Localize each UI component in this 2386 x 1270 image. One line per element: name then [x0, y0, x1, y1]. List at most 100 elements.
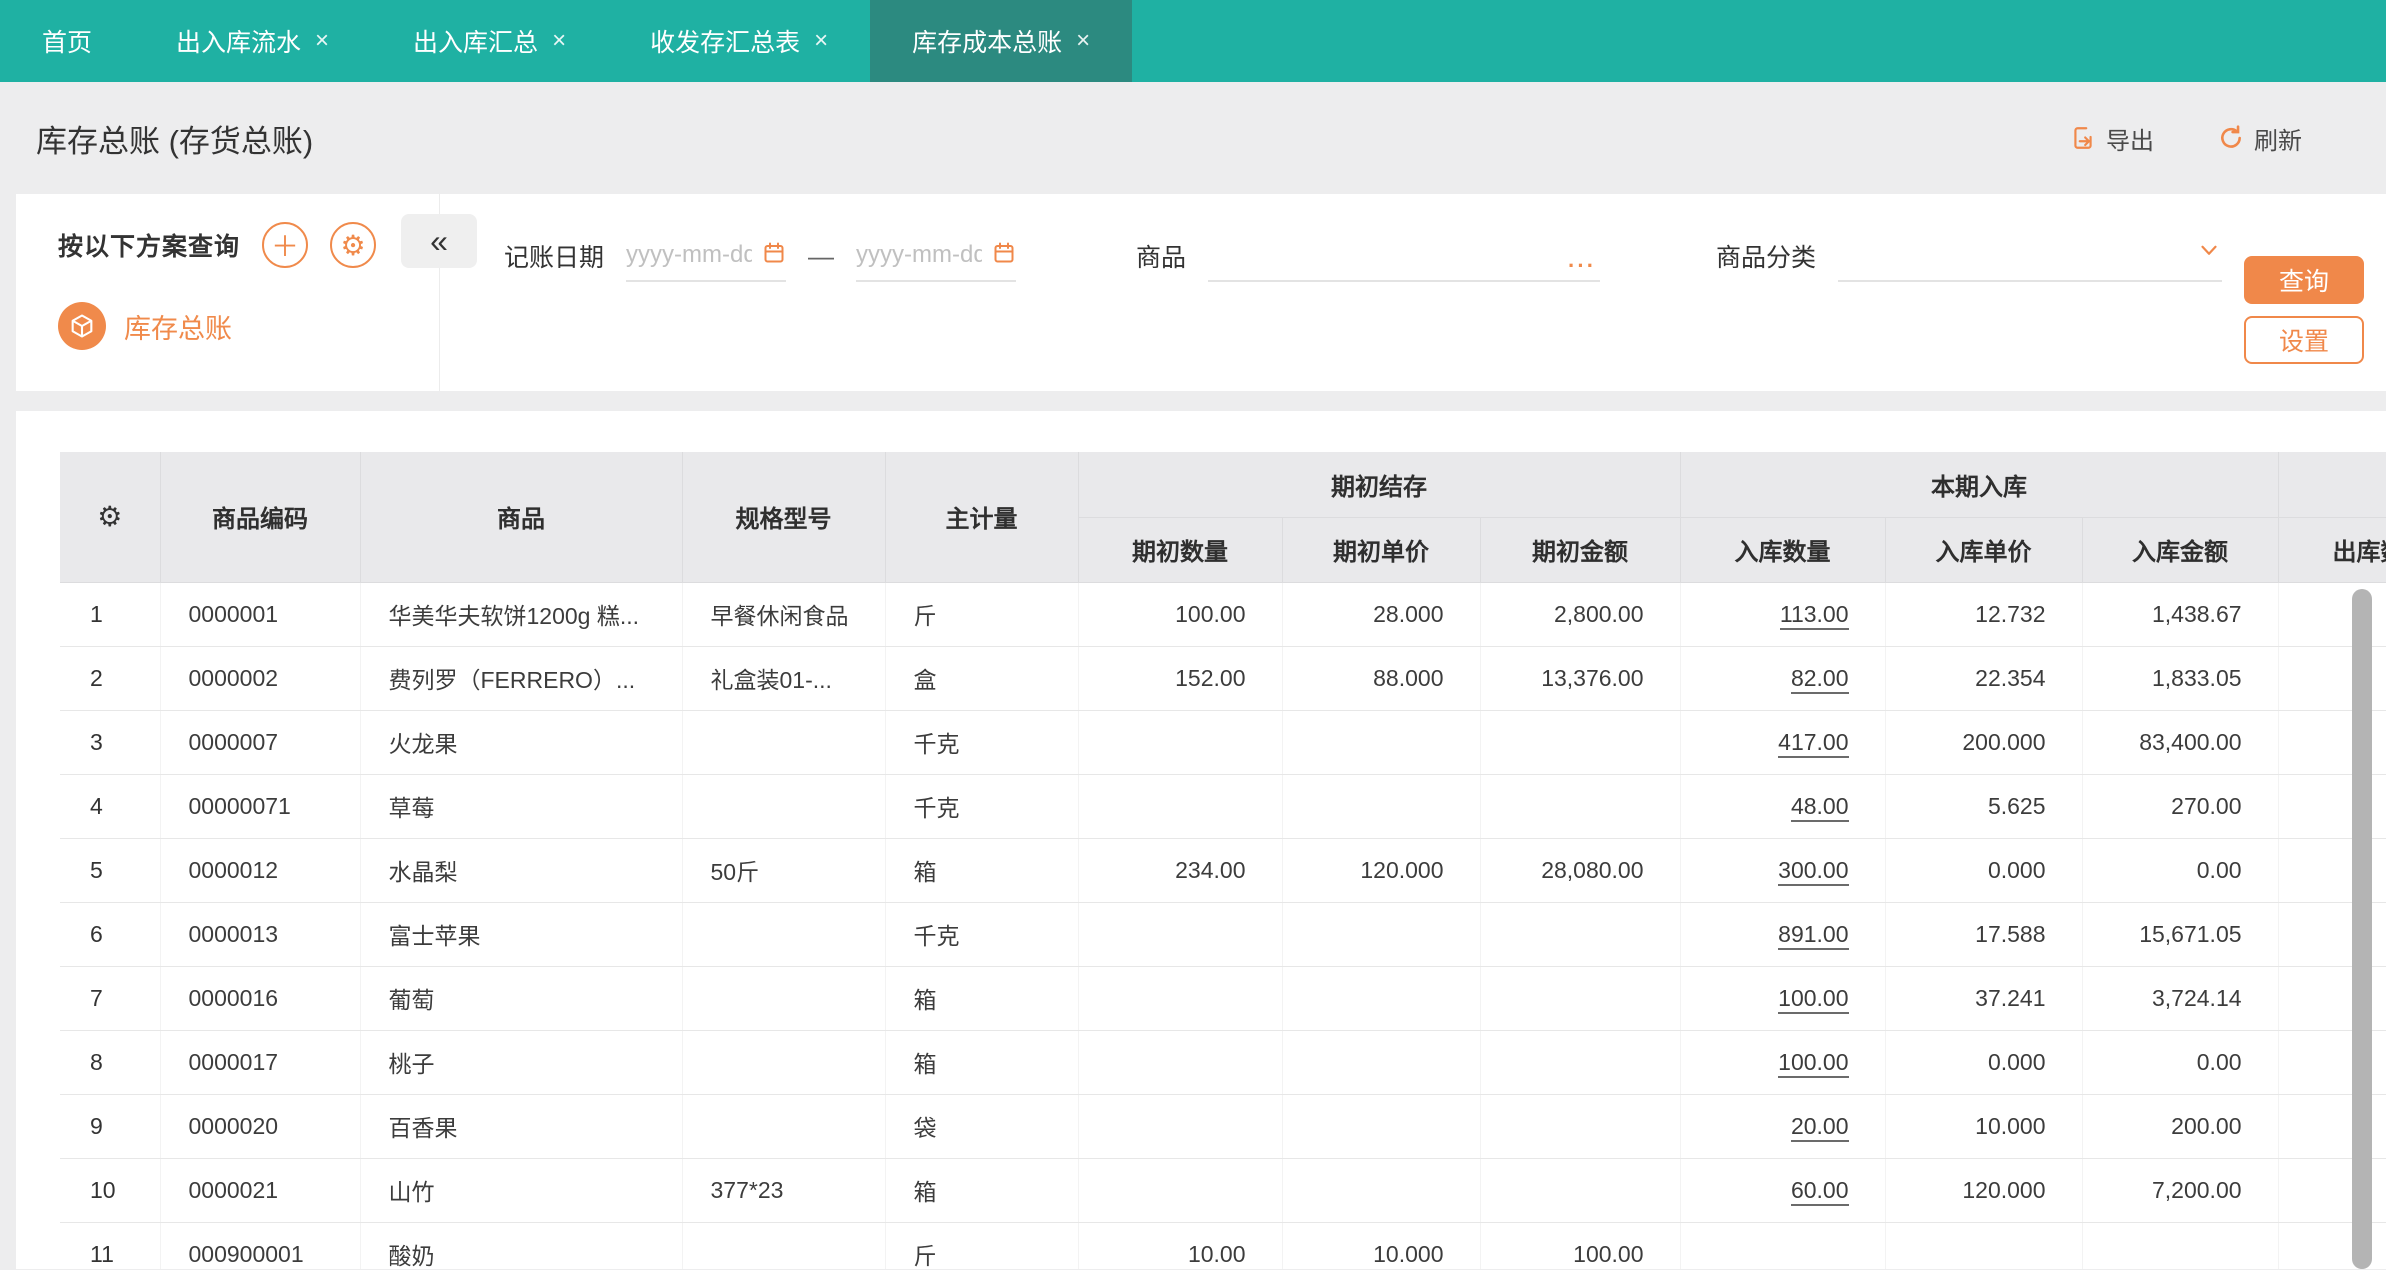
inbound-qty-link[interactable]: 82.00: [1790, 664, 1849, 694]
cell-in_price: 12.732: [1885, 582, 2083, 647]
refresh-button[interactable]: 刷新: [2218, 121, 2302, 156]
cell-spec: [682, 966, 886, 1031]
cell-begin_qty: [1078, 902, 1283, 967]
gear-icon: ⚙: [340, 229, 366, 261]
tab-home[interactable]: 首页: [0, 0, 134, 82]
add-scheme-button[interactable]: ＋: [262, 222, 309, 268]
category-label: 商品分类: [1716, 244, 1817, 272]
collapse-panel-button[interactable]: «: [401, 214, 477, 268]
vertical-scrollbar[interactable]: [2352, 589, 2372, 1269]
table-container: ⚙ 商品编码 商品 规格型号 主计量 期初结存 本期入库 期初数量 期初单价 期…: [16, 411, 2386, 1269]
inbound-qty-link[interactable]: 113.00: [1779, 600, 1849, 630]
cell-begin_price: [1282, 966, 1481, 1031]
cell-begin_qty: 234.00: [1078, 838, 1283, 903]
tab-receipt-dispatch-summary[interactable]: 收发存汇总表 ×: [608, 0, 870, 82]
cell-name: 酸奶: [360, 1222, 683, 1269]
col-header-in-qty: 入库数量: [1680, 517, 1886, 583]
inbound-qty-link[interactable]: 48.00: [1790, 792, 1849, 822]
tab-bar: 首页 出入库流水 × 出入库汇总 × 收发存汇总表 × 库存成本总账 ×: [0, 0, 2386, 82]
collapse-icon: «: [430, 222, 448, 259]
close-icon[interactable]: ×: [315, 29, 329, 53]
cell-begin_price: [1282, 710, 1481, 775]
cell-begin_amount: 2,800.00: [1480, 582, 1681, 647]
cell-begin_price: [1282, 902, 1481, 967]
cell-code: 000900001: [160, 1222, 361, 1269]
cell-in_amount: 270.00: [2082, 774, 2279, 839]
cell-in_price: 37.241: [1885, 966, 2083, 1031]
table-row: 4 00000071 草莓 千克 48.00 5.625 270.00: [60, 774, 2386, 839]
cell-begin_qty: 152.00: [1078, 646, 1283, 711]
cell-spec: [682, 774, 886, 839]
cell-name: 葡萄: [360, 966, 683, 1031]
cell-in_price: 22.354: [1885, 646, 2083, 711]
scheme-item-inventory-ledger[interactable]: 库存总账: [58, 302, 439, 350]
cell-spec: [682, 1030, 886, 1095]
col-header-product: 商品: [360, 452, 683, 583]
cell-begin_price: 120.000: [1282, 838, 1481, 903]
date-range-separator: —: [808, 241, 835, 271]
inbound-qty-link[interactable]: 417.00: [1778, 728, 1849, 758]
cell-unit: 千克: [885, 710, 1079, 775]
chevron-down-icon[interactable]: [2196, 237, 2222, 268]
tab-inout-summary[interactable]: 出入库汇总 ×: [371, 0, 608, 82]
refresh-icon: [2221, 125, 2241, 148]
cell-unit: 千克: [885, 774, 1079, 839]
export-button[interactable]: 导出: [2070, 121, 2154, 156]
cell-code: 0000017: [160, 1030, 361, 1095]
scheme-settings-button[interactable]: ⚙: [330, 222, 377, 268]
cell-spec: 377*23: [682, 1158, 886, 1223]
product-label: 商品: [1136, 244, 1187, 272]
cell-in_amount: 0.00: [2082, 1030, 2279, 1095]
inbound-qty-link[interactable]: 891.00: [1778, 920, 1849, 950]
inbound-qty-link[interactable]: 60.00: [1790, 1176, 1849, 1206]
cell-begin_amount: [1480, 1030, 1681, 1095]
tab-inout-flow[interactable]: 出入库流水 ×: [134, 0, 371, 82]
calendar-icon[interactable]: [762, 241, 786, 270]
inbound-qty-link[interactable]: 100.00: [1778, 1048, 1849, 1078]
table-body: 1 0000001 华美华夫软饼1200g 糕... 早餐休闲食品斤 100.00 28.…: [60, 582, 2386, 1269]
cell-begin_amount: 100.00: [1480, 1222, 1681, 1269]
group-header-beginning-balance: 期初结存: [1078, 452, 1681, 518]
inbound-qty-link[interactable]: 300.00: [1778, 856, 1849, 886]
cell-in_price: 120.000: [1885, 1158, 2083, 1223]
cell-begin_amount: 13,376.00: [1480, 646, 1681, 711]
calendar-icon[interactable]: [992, 241, 1016, 270]
cell-unit: 箱: [885, 1158, 1079, 1223]
cell-no: 9: [60, 1094, 161, 1159]
cell-code: 0000012: [160, 838, 361, 903]
settings-button[interactable]: 设置: [2244, 316, 2364, 364]
cell-in_amount: 7,200.00: [2082, 1158, 2279, 1223]
cell-spec: 礼盒装01-...: [682, 646, 886, 711]
cube-icon: [58, 302, 106, 350]
tab-inventory-cost-ledger[interactable]: 库存成本总账 ×: [870, 0, 1133, 82]
inbound-qty-link[interactable]: 100.00: [1778, 984, 1849, 1014]
col-header-begin-price: 期初单价: [1282, 517, 1481, 583]
column-settings-header[interactable]: ⚙: [60, 452, 161, 583]
close-icon[interactable]: ×: [1076, 29, 1090, 53]
cell-begin_qty: [1078, 1030, 1283, 1095]
col-header-in-price: 入库单价: [1885, 517, 2083, 583]
cell-code: 0000001: [160, 582, 361, 647]
category-select[interactable]: [1838, 241, 2223, 269]
cell-unit: 箱: [885, 838, 1079, 903]
cell-code: 00000071: [160, 774, 361, 839]
cell-spec: [682, 1222, 886, 1269]
product-input[interactable]: [1208, 241, 1601, 269]
table-row: 11 000900001 酸奶 斤 10.00 10.000 100.00: [60, 1222, 2386, 1269]
inbound-qty-link[interactable]: 20.00: [1790, 1112, 1849, 1142]
query-button[interactable]: 查询: [2244, 256, 2364, 304]
gear-icon: ⚙: [97, 501, 123, 533]
cell-in_price: 0.000: [1885, 1030, 2083, 1095]
close-icon[interactable]: ×: [552, 29, 566, 53]
cell-in_price: [1885, 1222, 2083, 1269]
cell-unit: 箱: [885, 1030, 1079, 1095]
cell-name: 费列罗（FERRERO）...: [360, 646, 683, 711]
close-icon[interactable]: ×: [814, 29, 828, 53]
cell-begin_qty: 100.00: [1078, 582, 1283, 647]
cell-code: 0000020: [160, 1094, 361, 1159]
cell-name: 富士苹果: [360, 902, 683, 967]
col-header-spec: 规格型号: [682, 452, 886, 583]
export-icon: [2074, 127, 2092, 149]
cell-begin_amount: [1480, 902, 1681, 967]
cell-in_price: 200.000: [1885, 710, 2083, 775]
